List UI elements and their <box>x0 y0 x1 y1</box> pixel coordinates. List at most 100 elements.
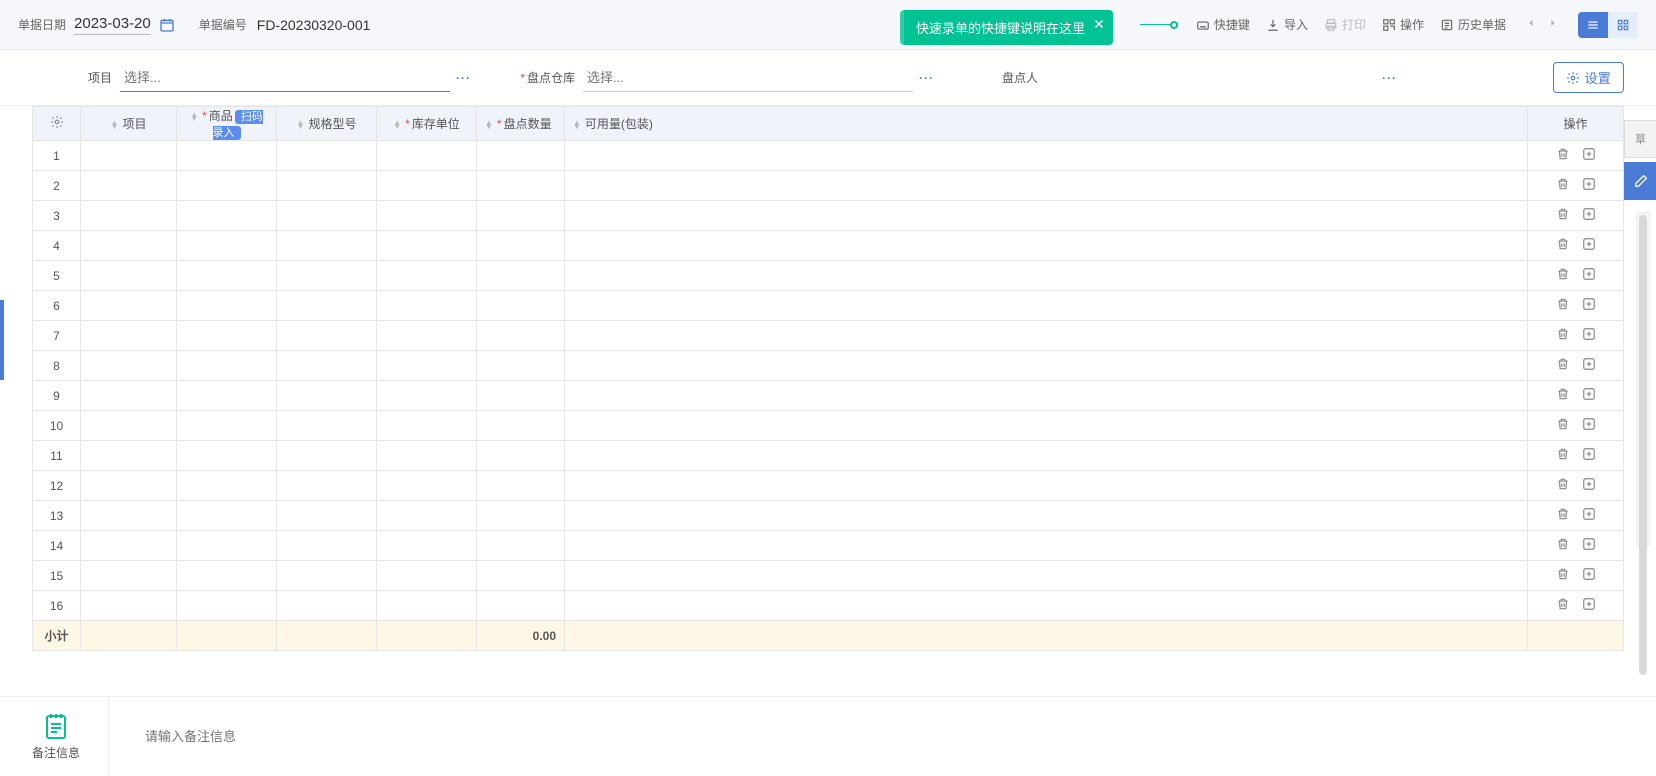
cell-project[interactable] <box>81 201 177 231</box>
add-row-icon[interactable] <box>1582 147 1596 164</box>
history-button[interactable]: 历史单据 <box>1440 16 1506 33</box>
cell-qty[interactable] <box>477 291 565 321</box>
cell-avail[interactable] <box>565 201 1528 231</box>
delete-row-icon[interactable] <box>1556 147 1570 164</box>
close-icon[interactable] <box>1093 18 1105 33</box>
cell-unit[interactable] <box>377 351 477 381</box>
add-row-icon[interactable] <box>1582 297 1596 314</box>
cell-qty[interactable] <box>477 261 565 291</box>
import-button[interactable]: 导入 <box>1266 16 1308 33</box>
cell-unit[interactable] <box>377 591 477 621</box>
cell-project[interactable] <box>81 231 177 261</box>
calendar-icon[interactable] <box>159 17 175 33</box>
cell-avail[interactable] <box>565 531 1528 561</box>
cell-spec[interactable] <box>277 231 377 261</box>
cell-project[interactable] <box>81 321 177 351</box>
cell-unit[interactable] <box>377 291 477 321</box>
person-input[interactable] <box>1046 64 1376 91</box>
sort-icon[interactable]: ▲▼ <box>297 121 305 129</box>
cell-qty[interactable] <box>477 201 565 231</box>
table-row[interactable]: 9 <box>33 381 1624 411</box>
cell-product[interactable] <box>177 471 277 501</box>
cell-product[interactable] <box>177 531 277 561</box>
delete-row-icon[interactable] <box>1556 597 1570 614</box>
cell-qty[interactable] <box>477 231 565 261</box>
print-button[interactable]: 打印 <box>1324 16 1366 33</box>
cell-unit[interactable] <box>377 561 477 591</box>
view-list[interactable] <box>1578 12 1608 38</box>
cell-avail[interactable] <box>565 141 1528 171</box>
col-qty[interactable]: ▲▼盘点数量 <box>477 107 565 141</box>
sort-icon[interactable]: ▲▼ <box>190 113 198 121</box>
cell-project[interactable] <box>81 531 177 561</box>
table-row[interactable]: 5 <box>33 261 1624 291</box>
col-gear[interactable] <box>33 107 81 141</box>
add-row-icon[interactable] <box>1582 477 1596 494</box>
cell-project[interactable] <box>81 261 177 291</box>
table-row[interactable]: 14 <box>33 531 1624 561</box>
cell-qty[interactable] <box>477 351 565 381</box>
cell-product[interactable] <box>177 501 277 531</box>
cell-product[interactable] <box>177 201 277 231</box>
cell-avail[interactable] <box>565 231 1528 261</box>
cell-project[interactable] <box>81 501 177 531</box>
vertical-scrollbar[interactable] <box>1636 212 1650 546</box>
cell-qty[interactable] <box>477 471 565 501</box>
cell-project[interactable] <box>81 171 177 201</box>
cell-unit[interactable] <box>377 471 477 501</box>
cell-avail[interactable] <box>565 441 1528 471</box>
cell-qty[interactable] <box>477 381 565 411</box>
cell-avail[interactable] <box>565 291 1528 321</box>
cell-spec[interactable] <box>277 261 377 291</box>
add-row-icon[interactable] <box>1582 447 1596 464</box>
delete-row-icon[interactable] <box>1556 357 1570 374</box>
cell-product[interactable] <box>177 441 277 471</box>
settings-button[interactable]: 设置 <box>1553 62 1624 93</box>
rail-edit-button[interactable] <box>1624 162 1656 200</box>
cell-product[interactable] <box>177 291 277 321</box>
cell-product[interactable] <box>177 381 277 411</box>
cell-avail[interactable] <box>565 561 1528 591</box>
operate-button[interactable]: 操作 <box>1382 16 1424 33</box>
table-row[interactable]: 16 <box>33 591 1624 621</box>
nav-next[interactable] <box>1544 13 1562 36</box>
delete-row-icon[interactable] <box>1556 477 1570 494</box>
cell-avail[interactable] <box>565 501 1528 531</box>
cell-qty[interactable] <box>477 141 565 171</box>
sort-icon[interactable]: ▲▼ <box>393 121 401 129</box>
delete-row-icon[interactable] <box>1556 237 1570 254</box>
cell-qty[interactable] <box>477 411 565 441</box>
warehouse-input[interactable] <box>583 64 913 92</box>
cell-unit[interactable] <box>377 381 477 411</box>
add-row-icon[interactable] <box>1582 357 1596 374</box>
add-row-icon[interactable] <box>1582 597 1596 614</box>
sort-icon[interactable]: ▲▼ <box>485 121 493 129</box>
add-row-icon[interactable] <box>1582 207 1596 224</box>
cell-avail[interactable] <box>565 321 1528 351</box>
add-row-icon[interactable] <box>1582 537 1596 554</box>
delete-row-icon[interactable] <box>1556 447 1570 464</box>
cell-product[interactable] <box>177 321 277 351</box>
cell-spec[interactable] <box>277 591 377 621</box>
table-row[interactable]: 4 <box>33 231 1624 261</box>
cell-spec[interactable] <box>277 471 377 501</box>
cell-project[interactable] <box>81 381 177 411</box>
delete-row-icon[interactable] <box>1556 507 1570 524</box>
table-row[interactable]: 2 <box>33 171 1624 201</box>
warehouse-more-icon[interactable]: ··· <box>919 71 934 85</box>
cell-product[interactable] <box>177 231 277 261</box>
add-row-icon[interactable] <box>1582 417 1596 434</box>
cell-spec[interactable] <box>277 201 377 231</box>
cell-spec[interactable] <box>277 291 377 321</box>
person-more-icon[interactable]: ··· <box>1382 71 1397 85</box>
cell-project[interactable] <box>81 411 177 441</box>
table-row[interactable]: 15 <box>33 561 1624 591</box>
cell-project[interactable] <box>81 441 177 471</box>
cell-spec[interactable] <box>277 561 377 591</box>
cell-spec[interactable] <box>277 501 377 531</box>
cell-spec[interactable] <box>277 321 377 351</box>
cell-product[interactable] <box>177 561 277 591</box>
table-row[interactable]: 7 <box>33 321 1624 351</box>
project-input[interactable] <box>120 64 450 92</box>
table-row[interactable]: 1 <box>33 141 1624 171</box>
